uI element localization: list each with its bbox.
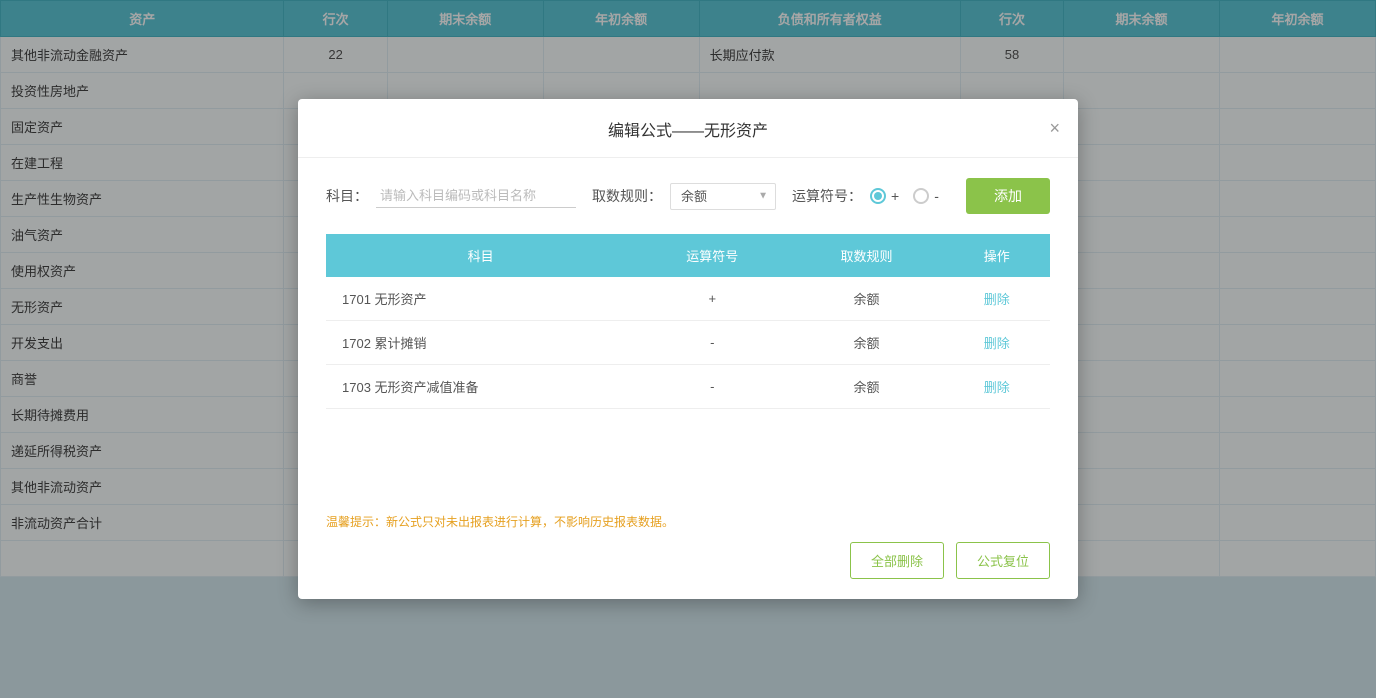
table-row: 1702 累计摊销-余额 删除 (326, 321, 1050, 365)
row-operator: + (635, 277, 789, 321)
row-rule: 余额 (789, 277, 943, 321)
modal-body: 科目： 取数规则： 余额借方贷方借方发生额贷方发生额 ▼ 运算符号： + (298, 158, 1078, 497)
table-row: 1703 无形资产减值准备-余额 删除 (326, 365, 1050, 409)
row-subject: 1702 累计摊销 (326, 321, 635, 365)
delete-row-button[interactable]: 删除 (984, 377, 1010, 396)
row-subject: 1701 无形资产 (326, 277, 635, 321)
table-body: 1701 无形资产+余额删除1702 累计摊销-余额删除1703 无形资产减值准… (326, 277, 1050, 409)
operator-form-item: 运算符号： + - (792, 186, 939, 206)
operator-minus-radio[interactable]: - (913, 188, 939, 204)
operator-plus-label: + (891, 188, 899, 204)
subject-label: 科目： (326, 186, 368, 206)
reset-formula-button[interactable]: 公式复位 (956, 542, 1050, 579)
formula-table: 科目运算符号取数规则操作 1701 无形资产+余额删除1702 累计摊销-余额删… (326, 234, 1050, 409)
row-subject: 1703 无形资产减值准备 (326, 365, 635, 409)
formula-table-header: 取数规则 (789, 234, 943, 277)
table-header: 科目运算符号取数规则操作 (326, 234, 1050, 277)
operator-label: 运算符号： (792, 186, 862, 206)
delete-row-button[interactable]: 删除 (984, 333, 1010, 352)
subject-input[interactable] (376, 184, 576, 208)
footer-hint: 温馨提示：新公式只对未出报表进行计算，不影响历史报表数据。 (326, 513, 1050, 530)
radio-plus-indicator (870, 188, 886, 204)
operator-plus-radio[interactable]: + (870, 188, 899, 204)
formula-table-header: 操作 (944, 234, 1050, 277)
row-operator: - (635, 365, 789, 409)
delete-all-button[interactable]: 全部删除 (850, 542, 944, 579)
modal-header: 编辑公式——无形资产 × (298, 99, 1078, 158)
subject-form-item: 科目： (326, 184, 576, 208)
modal-footer: 温馨提示：新公式只对未出报表进行计算，不影响历史报表数据。 全部删除 公式复位 (298, 497, 1078, 599)
table-row: 1701 无形资产+余额 删除 (326, 277, 1050, 321)
rule-form-item: 取数规则： 余额借方贷方借方发生额贷方发生额 ▼ (592, 183, 776, 210)
row-action: 删除 (944, 277, 1050, 321)
modal-title: 编辑公式——无形资产 (608, 117, 768, 141)
operator-minus-label: - (934, 188, 939, 204)
modal-close-button[interactable]: × (1049, 119, 1060, 137)
modal-dialog: 编辑公式——无形资产 × 科目： 取数规则： 余额借方贷方借方发生额贷方发生额 … (298, 99, 1078, 599)
rule-label: 取数规则： (592, 186, 662, 206)
operator-radio-group: + - (870, 188, 939, 204)
radio-minus-indicator (913, 188, 929, 204)
add-button[interactable]: 添加 (966, 178, 1050, 214)
formula-table-header: 运算符号 (635, 234, 789, 277)
row-action: 删除 (944, 321, 1050, 365)
rule-select[interactable]: 余额借方贷方借方发生额贷方发生额 (670, 183, 776, 210)
row-operator: - (635, 321, 789, 365)
formula-table-header: 科目 (326, 234, 635, 277)
form-row: 科目： 取数规则： 余额借方贷方借方发生额贷方发生额 ▼ 运算符号： + (326, 178, 1050, 214)
footer-actions: 全部删除 公式复位 (326, 542, 1050, 579)
delete-row-button[interactable]: 删除 (984, 289, 1010, 308)
row-rule: 余额 (789, 321, 943, 365)
row-action: 删除 (944, 365, 1050, 409)
rule-select-wrap[interactable]: 余额借方贷方借方发生额贷方发生额 ▼ (670, 183, 776, 210)
row-rule: 余额 (789, 365, 943, 409)
